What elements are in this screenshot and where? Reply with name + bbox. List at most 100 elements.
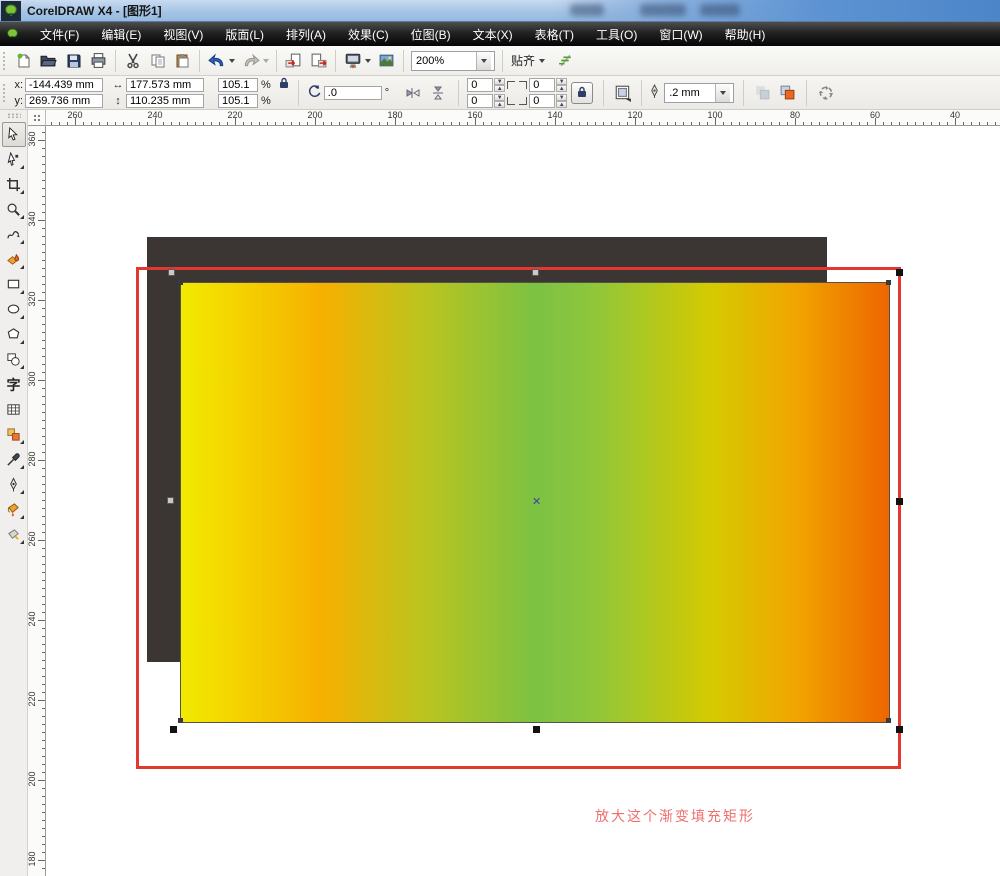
- corner-node[interactable]: [178, 718, 183, 723]
- corner-node[interactable]: [178, 280, 183, 285]
- convert-to-curves-button[interactable]: [813, 81, 838, 105]
- toolbox-grip[interactable]: [7, 113, 21, 118]
- corner-radius-left-group: ▼▲ ▼▲: [467, 78, 505, 108]
- shape-tool[interactable]: [2, 147, 26, 172]
- selection-handle-bottom-left[interactable]: [170, 726, 177, 733]
- outline-pen-tool[interactable]: [2, 472, 26, 497]
- rotation-angle-field[interactable]: [324, 86, 382, 100]
- pick-tool[interactable]: [2, 122, 26, 147]
- outline-width-input[interactable]: [665, 84, 715, 102]
- save-button[interactable]: [61, 49, 86, 73]
- snap-dropdown-caret[interactable]: [539, 59, 545, 63]
- object-width-field[interactable]: [126, 78, 204, 92]
- corner-node[interactable]: [886, 280, 891, 285]
- object-width-icon: ↔: [111, 79, 125, 91]
- menu-file[interactable]: 文件(F): [29, 23, 90, 46]
- ruler-origin[interactable]: [28, 110, 46, 126]
- welcome-screen-button[interactable]: [374, 49, 399, 73]
- object-center-marker[interactable]: ✕: [532, 497, 541, 507]
- vertical-ruler[interactable]: 360340320300280260240220200180: [28, 126, 46, 876]
- undo-dropdown-caret[interactable]: [229, 59, 235, 63]
- selection-handle-middle-left[interactable]: [167, 497, 174, 504]
- freehand-tool[interactable]: [2, 222, 26, 247]
- rectangle-tool[interactable]: [2, 272, 26, 297]
- menu-arrange[interactable]: 排列(A): [275, 23, 337, 46]
- spinner[interactable]: ▼▲: [556, 78, 567, 92]
- zoom-level-input[interactable]: [412, 52, 476, 70]
- print-button[interactable]: [86, 49, 111, 73]
- redo-dropdown-caret[interactable]: [263, 59, 269, 63]
- redo-button[interactable]: [238, 49, 263, 73]
- selection-handle-bottom-middle[interactable]: [533, 726, 540, 733]
- open-button[interactable]: [36, 49, 61, 73]
- scale-width-field[interactable]: [218, 78, 258, 92]
- horizontal-ruler[interactable]: 260240220200180160140120100806040: [46, 110, 1000, 126]
- menu-effects[interactable]: 效果(C): [337, 23, 400, 46]
- smart-fill-tool[interactable]: [2, 247, 26, 272]
- corner-radius-top-left-field[interactable]: [467, 78, 493, 92]
- object-height-field[interactable]: [126, 94, 204, 108]
- menu-layout[interactable]: 版面(L): [214, 23, 275, 46]
- menu-window[interactable]: 窗口(W): [648, 23, 713, 46]
- object-height-icon: ↕: [111, 95, 125, 107]
- menu-table[interactable]: 表格(T): [524, 23, 585, 46]
- outline-width-dropdown[interactable]: [715, 84, 730, 102]
- text-tool[interactable]: 字: [2, 372, 26, 397]
- spinner[interactable]: ▼▲: [494, 78, 505, 92]
- menu-view[interactable]: 视图(V): [152, 23, 214, 46]
- import-button[interactable]: [281, 49, 306, 73]
- polygon-tool[interactable]: [2, 322, 26, 347]
- mirror-horizontal-button[interactable]: [400, 81, 425, 105]
- corner-radius-top-right-field[interactable]: [529, 78, 555, 92]
- menu-text[interactable]: 文本(X): [462, 23, 524, 46]
- export-button[interactable]: [306, 49, 331, 73]
- mirror-vertical-button[interactable]: [425, 81, 450, 105]
- corner-radius-bottom-left-field[interactable]: [467, 94, 493, 108]
- corner-radius-bottom-right-field[interactable]: [529, 94, 555, 108]
- scale-height-field[interactable]: [218, 94, 258, 108]
- property-bar-grip[interactable]: [2, 83, 7, 103]
- lock-ratio-icon[interactable]: [278, 77, 290, 93]
- selection-handle-middle-right[interactable]: [896, 498, 903, 505]
- copy-button[interactable]: [145, 49, 170, 73]
- edit-corners-together-button[interactable]: [571, 82, 593, 104]
- basic-shapes-tool[interactable]: [2, 347, 26, 372]
- options-button[interactable]: [553, 49, 578, 73]
- eyedropper-tool[interactable]: [2, 447, 26, 472]
- cut-button[interactable]: [120, 49, 145, 73]
- launcher-dropdown-caret[interactable]: [365, 59, 371, 63]
- interactive-blend-tool[interactable]: [2, 422, 26, 447]
- outline-width-combobox[interactable]: [664, 83, 734, 103]
- selection-handle-top-left[interactable]: [168, 269, 175, 276]
- menu-bitmaps[interactable]: 位图(B): [400, 23, 462, 46]
- spinner[interactable]: ▼▲: [556, 94, 567, 108]
- undo-button[interactable]: [204, 49, 229, 73]
- y-position-field[interactable]: [25, 94, 103, 108]
- snap-to-button[interactable]: 贴齐: [507, 50, 553, 71]
- fill-tool[interactable]: [2, 497, 26, 522]
- paste-button[interactable]: [170, 49, 195, 73]
- spinner[interactable]: ▼▲: [494, 94, 505, 108]
- drawing-canvas[interactable]: ✕ 放大这个渐变填充矩形: [46, 126, 1000, 876]
- application-launcher-button[interactable]: [340, 49, 365, 73]
- corner-node[interactable]: [886, 718, 891, 723]
- ellipse-tool[interactable]: [2, 297, 26, 322]
- selection-handle-top-middle[interactable]: [532, 269, 539, 276]
- menu-help[interactable]: 帮助(H): [714, 23, 777, 46]
- to-front-button[interactable]: [750, 81, 775, 105]
- selection-handle-bottom-right[interactable]: [896, 726, 903, 733]
- crop-tool[interactable]: [2, 172, 26, 197]
- x-position-field[interactable]: [25, 78, 103, 92]
- selection-handle-top-right[interactable]: [896, 269, 903, 276]
- interactive-fill-tool[interactable]: [2, 522, 26, 547]
- table-tool[interactable]: [2, 397, 26, 422]
- zoom-level-combobox[interactable]: [411, 51, 495, 71]
- new-document-button[interactable]: [11, 49, 36, 73]
- to-back-button[interactable]: [775, 81, 800, 105]
- toolbar-grip[interactable]: [2, 51, 7, 71]
- wrap-paragraph-text-button[interactable]: [610, 81, 635, 105]
- menu-tools[interactable]: 工具(O): [585, 23, 648, 46]
- zoom-tool[interactable]: [2, 197, 26, 222]
- menu-edit[interactable]: 编辑(E): [90, 23, 152, 46]
- zoom-dropdown-button[interactable]: [476, 52, 491, 70]
